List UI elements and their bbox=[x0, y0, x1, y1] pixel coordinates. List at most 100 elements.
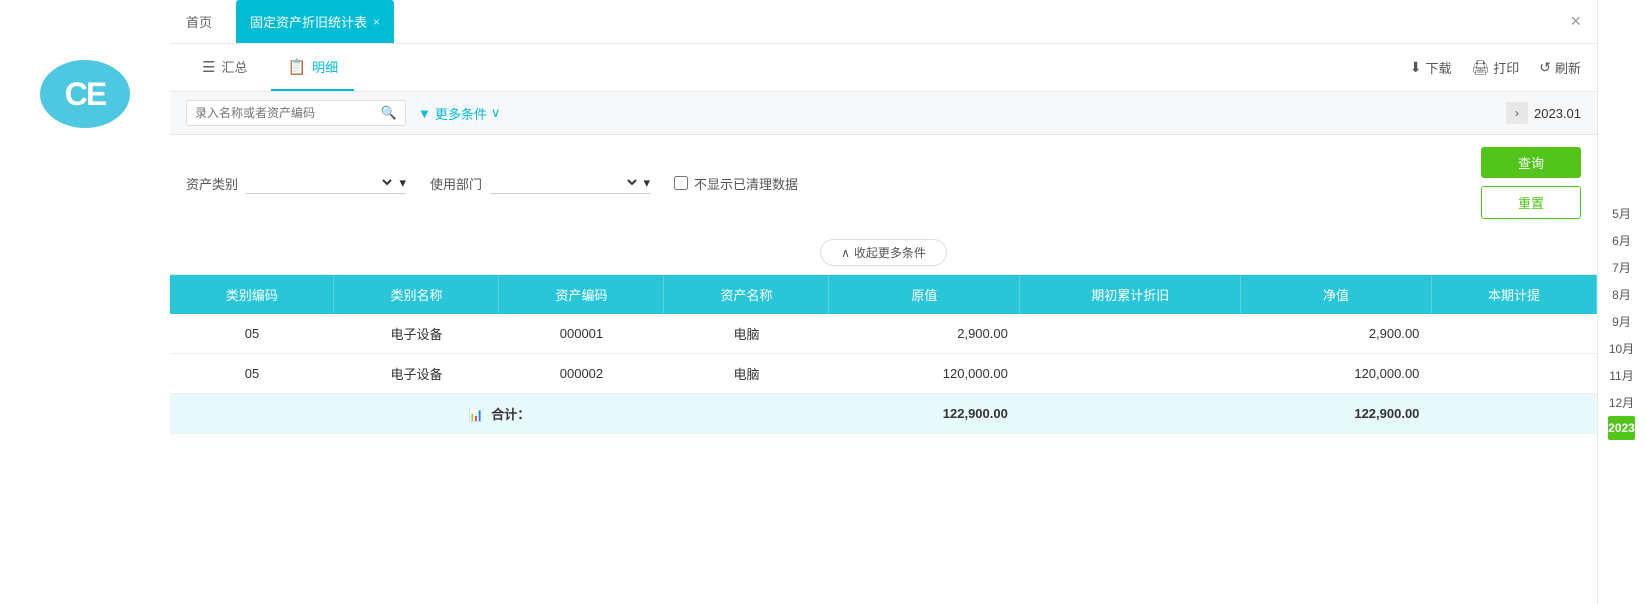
asset-type-select[interactable] bbox=[246, 172, 395, 193]
department-select-wrap: ▾ bbox=[490, 172, 650, 194]
total-net-value: 122,900.00 bbox=[1241, 394, 1432, 434]
advanced-filter: 资产类别 ▾ 使用部门 ▾ bbox=[170, 135, 1597, 275]
cell-net-value: 2,900.00 bbox=[1241, 314, 1432, 354]
cell-asset-name: 电脑 bbox=[664, 314, 829, 354]
month-item-10月[interactable]: 10月 bbox=[1608, 335, 1635, 362]
cell-current-dep bbox=[1431, 314, 1596, 354]
month-item-8月[interactable]: 8月 bbox=[1608, 281, 1635, 308]
hide-cleared-field: 不显示已清理数据 bbox=[674, 174, 798, 193]
tab-detail[interactable]: 📋 明细 bbox=[271, 44, 354, 91]
department-chevron: ▾ bbox=[644, 175, 651, 191]
total-label-cell: 📊 合计： bbox=[170, 394, 829, 434]
search-icon: 🔍 bbox=[381, 105, 397, 121]
hide-cleared-label: 不显示已清理数据 bbox=[694, 174, 798, 193]
right-sidebar: 5月6月7月8月9月10月11月12月2023 bbox=[1597, 0, 1645, 604]
col-original-value: 原值 bbox=[829, 275, 1020, 314]
table-row: 05 电子设备 000001 电脑 2,900.00 2,900.00 bbox=[170, 314, 1597, 354]
search-wrap: 🔍 bbox=[186, 100, 406, 126]
asset-type-chevron: ▾ bbox=[399, 175, 406, 191]
month-item-12月[interactable]: 12月 bbox=[1608, 389, 1635, 416]
total-original-value: 122,900.00 bbox=[829, 394, 1020, 434]
cell-asset-name: 电脑 bbox=[664, 354, 829, 394]
more-filter-button[interactable]: ▼ 更多条件 ∨ bbox=[418, 104, 500, 123]
date-prev-button[interactable]: › bbox=[1506, 102, 1528, 124]
col-category-code: 类别编码 bbox=[170, 275, 334, 314]
main-content: 首页 固定资产折旧统计表 × × ☰ 汇总 📋 明细 ⬇ bbox=[170, 0, 1597, 604]
download-label: 下载 bbox=[1425, 58, 1451, 77]
col-category-name: 类别名称 bbox=[334, 275, 499, 314]
action-buttons: 查询 重置 bbox=[1481, 147, 1581, 219]
tabs-left: ☰ 汇总 📋 明细 bbox=[186, 44, 354, 91]
month-item-2023[interactable]: 2023 bbox=[1608, 416, 1635, 440]
logo-area: CE bbox=[0, 0, 170, 604]
col-asset-name: 资产名称 bbox=[664, 275, 829, 314]
search-input[interactable] bbox=[195, 106, 375, 120]
cell-category-name: 电子设备 bbox=[334, 314, 499, 354]
cell-category-code: 05 bbox=[170, 354, 334, 394]
month-item-11月[interactable]: 11月 bbox=[1608, 362, 1635, 389]
tab-detail-label: 明细 bbox=[312, 57, 338, 76]
nav-home[interactable]: 首页 bbox=[186, 12, 212, 31]
table-header-row: 类别编码 类别名称 资产编码 资产名称 原值 期初累计折旧 净值 本期计提 bbox=[170, 275, 1597, 314]
tabs-actions: ⬇ 下载 🖨 打印 ↺ 刷新 bbox=[1410, 58, 1581, 77]
col-accumulated-dep: 期初累计折旧 bbox=[1020, 275, 1241, 314]
total-label: 合计： bbox=[491, 407, 530, 422]
month-item-7月[interactable]: 7月 bbox=[1608, 254, 1635, 281]
department-label: 使用部门 bbox=[430, 174, 482, 193]
top-nav: 首页 固定资产折旧统计表 × × bbox=[170, 0, 1597, 44]
collapse-row: ∧ 收起更多条件 bbox=[186, 231, 1581, 270]
date-label: 2023.01 bbox=[1534, 106, 1581, 121]
cell-asset-code: 000002 bbox=[499, 354, 664, 394]
print-icon: 🖨 bbox=[1471, 59, 1489, 76]
department-field: 使用部门 ▾ bbox=[430, 172, 650, 194]
nav-tab-fixed-assets[interactable]: 固定资产折旧统计表 × bbox=[236, 0, 394, 43]
logo-icon: CE bbox=[40, 60, 130, 128]
tab-summary[interactable]: ☰ 汇总 bbox=[186, 44, 263, 91]
hide-cleared-checkbox[interactable] bbox=[674, 176, 688, 190]
col-net-value: 净值 bbox=[1241, 275, 1432, 314]
page-area: ☰ 汇总 📋 明细 ⬇ 下载 🖨 打印 ↺ bbox=[170, 44, 1597, 604]
cell-accumulated-dep bbox=[1020, 354, 1241, 394]
tab-summary-label: 汇总 bbox=[221, 57, 247, 76]
refresh-button[interactable]: ↺ 刷新 bbox=[1539, 58, 1581, 77]
date-area: › 2023.01 bbox=[1506, 102, 1581, 124]
query-button[interactable]: 查询 bbox=[1481, 147, 1581, 178]
more-filter-chevron: ∨ bbox=[491, 105, 501, 121]
cell-category-code: 05 bbox=[170, 314, 334, 354]
col-asset-code: 资产编码 bbox=[499, 275, 664, 314]
collapse-button[interactable]: ∧ 收起更多条件 bbox=[820, 239, 947, 266]
month-item-6月[interactable]: 6月 bbox=[1608, 227, 1635, 254]
asset-type-label: 资产类别 bbox=[186, 174, 238, 193]
download-button[interactable]: ⬇ 下载 bbox=[1410, 58, 1452, 77]
print-label: 打印 bbox=[1493, 58, 1519, 77]
more-filter-label: 更多条件 bbox=[435, 104, 487, 123]
cell-original-value: 2,900.00 bbox=[829, 314, 1020, 354]
collapse-label: 收起更多条件 bbox=[854, 244, 926, 261]
table-wrap: 类别编码 类别名称 资产编码 资产名称 原值 期初累计折旧 净值 本期计提 05… bbox=[170, 275, 1597, 604]
filter-row-1: 资产类别 ▾ 使用部门 ▾ bbox=[186, 147, 1581, 219]
data-table: 类别编码 类别名称 资产编码 资产名称 原值 期初累计折旧 净值 本期计提 05… bbox=[170, 275, 1597, 434]
refresh-icon: ↺ bbox=[1539, 59, 1551, 76]
total-current-dep bbox=[1431, 394, 1596, 434]
refresh-label: 刷新 bbox=[1555, 58, 1581, 77]
print-button[interactable]: 🖨 打印 bbox=[1471, 58, 1519, 77]
asset-type-field: 资产类别 ▾ bbox=[186, 172, 406, 194]
cell-net-value: 120,000.00 bbox=[1241, 354, 1432, 394]
table-total-row: 📊 合计： 122,900.00 122,900.00 bbox=[170, 394, 1597, 434]
month-item-9月[interactable]: 9月 bbox=[1608, 308, 1635, 335]
cell-current-dep bbox=[1431, 354, 1596, 394]
total-accumulated-dep bbox=[1020, 394, 1241, 434]
window-close-icon[interactable]: × bbox=[1570, 11, 1581, 32]
close-tab-icon[interactable]: × bbox=[373, 15, 380, 29]
cell-asset-code: 000001 bbox=[499, 314, 664, 354]
col-current-dep: 本期计提 bbox=[1431, 275, 1596, 314]
asset-type-select-wrap: ▾ bbox=[246, 172, 406, 194]
month-item-5月[interactable]: 5月 bbox=[1608, 200, 1635, 227]
total-icon: 📊 bbox=[469, 408, 484, 422]
reset-button[interactable]: 重置 bbox=[1481, 186, 1581, 219]
download-icon: ⬇ bbox=[1410, 59, 1422, 76]
cell-category-name: 电子设备 bbox=[334, 354, 499, 394]
tabs-row: ☰ 汇总 📋 明细 ⬇ 下载 🖨 打印 ↺ bbox=[170, 44, 1597, 92]
department-select[interactable] bbox=[490, 172, 639, 193]
filter-bar: 🔍 ▼ 更多条件 ∨ › 2023.01 bbox=[170, 92, 1597, 135]
